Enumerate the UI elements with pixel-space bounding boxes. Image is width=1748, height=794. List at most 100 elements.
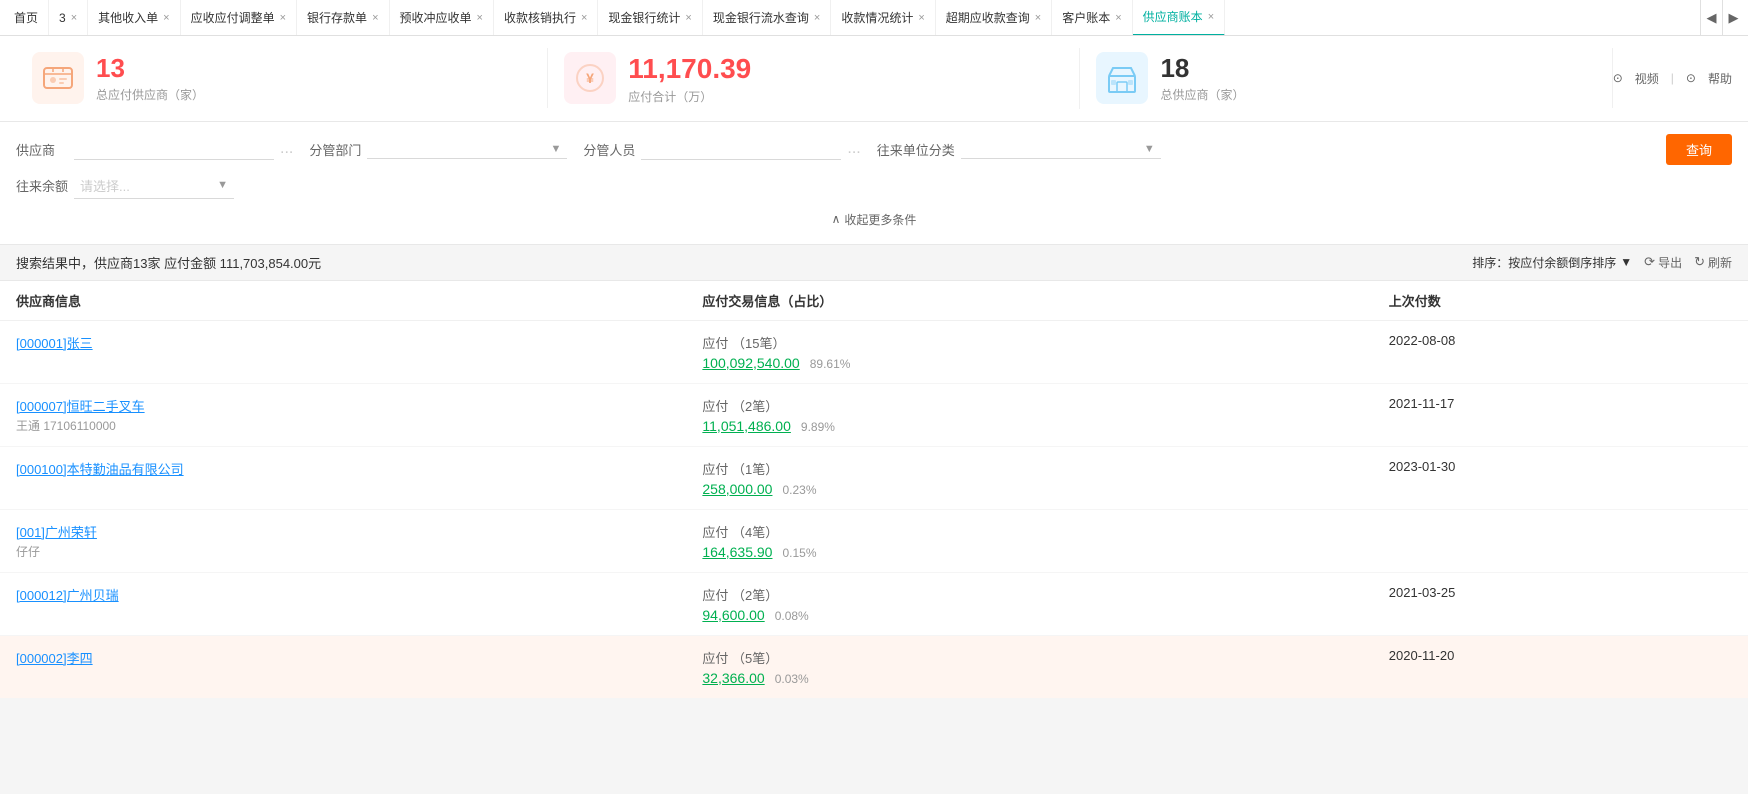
balance-select[interactable]: 请选择... ▼ [74, 173, 234, 199]
payable-label-2: 应付 （2笔） [702, 396, 1388, 415]
nav-item-prepay[interactable]: 预收冲应收单 × [390, 0, 494, 36]
summary-label-amount: 应付合计（万） [628, 88, 751, 105]
nav-arrows: ◀ ▶ [1700, 0, 1744, 36]
close-icon[interactable]: × [71, 12, 77, 24]
payable-pct-3: 0.23% [782, 483, 816, 497]
supplier-link-6[interactable]: [000002]李四 [16, 648, 702, 667]
export-icon: ⟳ [1644, 254, 1655, 270]
filter-row-1: 供应商 ... 分管部门 ▼ 分管人员 ... 往来单位分类 [16, 134, 1732, 165]
nav-item-income[interactable]: 其他收入单 × [88, 0, 180, 36]
nav-item-bank[interactable]: 银行存款单 × [297, 0, 389, 36]
close-icon[interactable]: × [1035, 12, 1041, 24]
summary-card-amount: ¥ 11,170.39 应付合计（万） [548, 48, 1080, 109]
nav-item-overdue[interactable]: 超期应收款查询 × [936, 0, 1052, 36]
dept-select[interactable]: ▼ [367, 140, 567, 159]
nav-item-collection[interactable]: 收款核销执行 × [494, 0, 598, 36]
nav-item-cash-stats[interactable]: 现金银行统计 × [598, 0, 702, 36]
supplier-link-5[interactable]: [000012]广州贝瑞 [16, 585, 702, 604]
result-actions: 排序：按应付余额倒序排序 ▼ ⟳ 导出 ↻ 刷新 [1472, 254, 1732, 271]
nav-prev-button[interactable]: ◀ [1700, 0, 1722, 36]
payable-amount-3[interactable]: 258,000.00 [702, 481, 772, 497]
filter-supplier: 供应商 ... [16, 138, 293, 160]
supplier-dots-icon[interactable]: ... [280, 140, 293, 158]
close-icon[interactable]: × [581, 12, 587, 24]
close-icon[interactable]: × [280, 12, 286, 24]
table-header: 供应商信息 应付交易信息（占比） 上次付数 [0, 281, 1748, 321]
nav-item-customer-account[interactable]: 客户账本 × [1052, 0, 1132, 36]
store-icon [1096, 52, 1148, 104]
summary-number-suppliers: 13 [96, 53, 204, 84]
close-icon[interactable]: × [1115, 12, 1121, 24]
payable-label-5: 应付 （2笔） [702, 585, 1388, 604]
balance-chevron-icon: ▼ [217, 179, 228, 191]
sort-select[interactable]: 排序：按应付余额倒序排序 ▼ [1472, 254, 1632, 271]
video-link[interactable]: 视频 [1635, 70, 1659, 87]
table-row: [000002]李四 应付 （5笔） 32,366.00 0.03% 2020-… [0, 636, 1748, 699]
summary-number-total: 18 [1160, 53, 1244, 84]
payable-row-4: 164,635.90 0.15% [702, 544, 1388, 560]
page-wrapper: 首页 3 × 其他收入单 × 应收应付调整单 × 银行存款单 × 预收冲应收单 … [0, 0, 1748, 794]
supplier-link-1[interactable]: [000001]张三 [16, 333, 702, 352]
nav-item-cash-flow[interactable]: 现金银行流水查询 × [703, 0, 831, 36]
filter-area: 供应商 ... 分管部门 ▼ 分管人员 ... 往来单位分类 [0, 122, 1748, 245]
export-button[interactable]: ⟳ 导出 [1644, 254, 1682, 271]
close-icon[interactable]: × [163, 12, 169, 24]
payable-amount-6[interactable]: 32,366.00 [702, 670, 764, 686]
close-icon[interactable]: × [372, 12, 378, 24]
supplier-link-4[interactable]: [001]广州荣轩 [16, 522, 702, 541]
nav-item-home[interactable]: 首页 [4, 0, 49, 36]
lastpay-2: 2021-11-17 [1389, 396, 1732, 411]
close-icon[interactable]: × [1208, 11, 1214, 23]
nav-item-supplier-account[interactable]: 供应商账本 × [1133, 0, 1225, 36]
nav-item-adjust[interactable]: 应收应付调整单 × [181, 0, 297, 36]
supplier-info-6: [000002]李四 [16, 648, 702, 667]
person-dots-icon[interactable]: ... [847, 140, 860, 158]
refresh-icon: ↻ [1694, 254, 1705, 270]
amount-icon: ¥ [564, 52, 616, 104]
close-icon[interactable]: × [814, 12, 820, 24]
close-icon[interactable]: × [477, 12, 483, 24]
supplier-link-3[interactable]: [000100]本特勤油品有限公司 [16, 459, 702, 478]
close-icon[interactable]: × [918, 12, 924, 24]
col-header-payable: 应付交易信息（占比） [702, 291, 1388, 310]
payable-amount-5[interactable]: 94,600.00 [702, 607, 764, 623]
query-button[interactable]: 查询 [1666, 134, 1732, 165]
summary-bar: 13 总应付供应商（家） ¥ 11,170.39 应付合计（万） [0, 36, 1748, 122]
summary-text-amount: 11,170.39 应付合计（万） [628, 52, 751, 105]
divider: | [1671, 71, 1674, 85]
refresh-button[interactable]: ↻ 刷新 [1694, 254, 1732, 271]
filter-balance: 往来余额 请选择... ▼ [16, 173, 234, 199]
close-icon[interactable]: × [685, 12, 691, 24]
filter-category: 往来单位分类 ▼ [877, 140, 1161, 159]
category-select[interactable]: ▼ [961, 140, 1161, 159]
supplier-info-3: [000100]本特勤油品有限公司 [16, 459, 702, 478]
nav-next-button[interactable]: ▶ [1722, 0, 1744, 36]
payable-pct-2: 9.89% [801, 420, 835, 434]
help-link[interactable]: 帮助 [1708, 70, 1732, 87]
export-label: 导出 [1658, 254, 1682, 271]
person-input[interactable] [641, 138, 841, 160]
supplier-input[interactable] [74, 138, 274, 160]
payable-row-3: 258,000.00 0.23% [702, 481, 1388, 497]
question-icon: ⊙ [1686, 71, 1696, 85]
summary-label-total: 总供应商（家） [1160, 86, 1244, 103]
supplier-info-5: [000012]广州贝瑞 [16, 585, 702, 604]
nav-bar: 首页 3 × 其他收入单 × 应收应付调整单 × 银行存款单 × 预收冲应收单 … [0, 0, 1748, 36]
nav-item-3[interactable]: 3 × [49, 0, 88, 36]
table-row: [001]广州荣轩 仔仔 应付 （4笔） 164,635.90 0.15% [0, 510, 1748, 573]
filter-dept: 分管部门 ▼ [309, 140, 567, 159]
sort-label: 排序：按应付余额倒序排序 [1472, 254, 1616, 271]
payable-amount-2[interactable]: 11,051,486.00 [702, 418, 791, 434]
payable-row-1: 100,092,540.00 89.61% [702, 355, 1388, 371]
supplier-link-2[interactable]: [000007]恒旺二手叉车 [16, 396, 702, 415]
svg-text:¥: ¥ [586, 70, 594, 86]
payable-amount-4[interactable]: 164,635.90 [702, 544, 772, 560]
payable-row-6: 32,366.00 0.03% [702, 670, 1388, 686]
payable-label-1: 应付 （15笔） [702, 333, 1388, 352]
summary-card-total: 18 总供应商（家） [1080, 48, 1612, 108]
payable-amount-1[interactable]: 100,092,540.00 [702, 355, 799, 371]
filter-dept-label: 分管部门 [309, 140, 361, 159]
collapse-button[interactable]: ∧ 收起更多条件 [820, 207, 929, 232]
nav-item-collection-stats[interactable]: 收款情况统计 × [831, 0, 935, 36]
summary-card-suppliers: 13 总应付供应商（家） [16, 48, 548, 108]
